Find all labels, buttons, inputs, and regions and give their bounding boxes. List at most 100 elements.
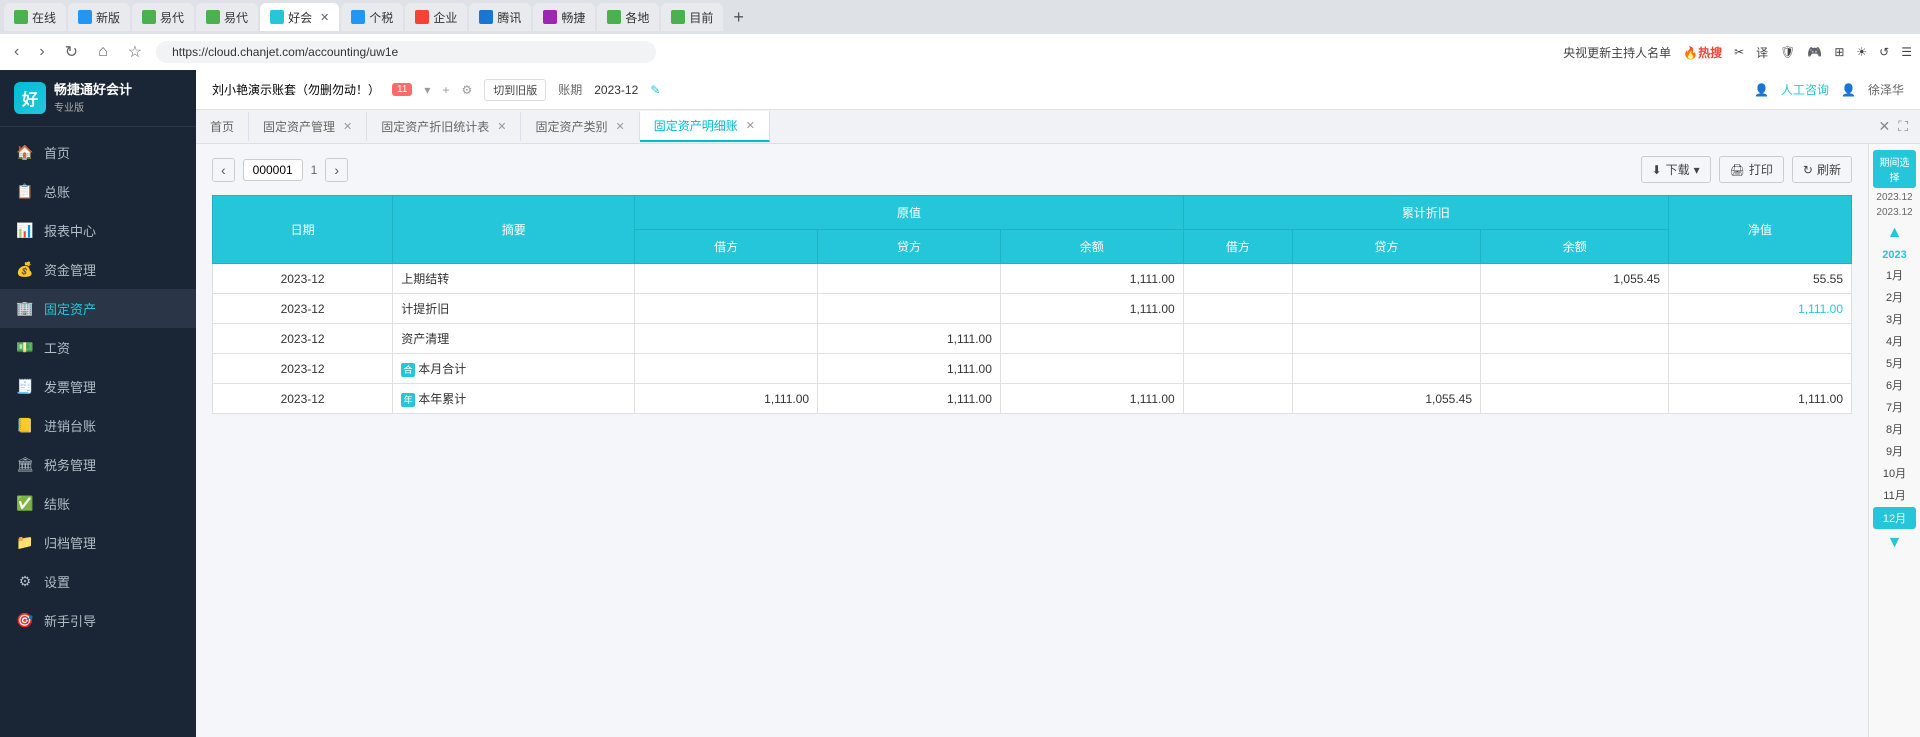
tab-close-category-icon[interactable]: ✕ <box>616 120 625 133</box>
month-3[interactable]: 3月 <box>1869 308 1920 330</box>
browser-tab-new[interactable]: 新版 <box>68 3 130 31</box>
sidebar-item-close[interactable]: ✅ 结账 <box>0 484 196 523</box>
tab-favicon <box>270 10 284 24</box>
row3-date: 2023-12 <box>213 324 393 354</box>
browser-tab-online[interactable]: 在线 <box>4 3 66 31</box>
browser-tab-tencent[interactable]: 腾讯 <box>469 3 531 31</box>
month-5[interactable]: 5月 <box>1869 352 1920 374</box>
th-accumulated-dep: 累计折旧 <box>1183 196 1668 230</box>
edit-period-icon[interactable]: ✎ <box>650 83 660 97</box>
scroll-down-button[interactable]: ▼ <box>1869 530 1920 556</box>
tab-favicon <box>671 10 685 24</box>
month-10[interactable]: 10月 <box>1869 462 1920 484</box>
browser-tab-yidai1[interactable]: 易代 <box>132 3 194 31</box>
customer-service-label[interactable]: 人工咨询 <box>1781 81 1829 98</box>
sidebar-item-home[interactable]: 🏠 首页 <box>0 133 196 172</box>
next-page-button[interactable]: › <box>325 158 348 182</box>
tab-close-detail-icon[interactable]: ✕ <box>746 119 755 132</box>
maximize-icon[interactable]: ⛶ <box>1898 118 1908 135</box>
scroll-up-button[interactable]: ▲ <box>1869 220 1920 246</box>
refresh-button[interactable]: ↻ <box>59 40 84 64</box>
brightness-icon[interactable]: ☀ <box>1856 45 1867 59</box>
browser-tab-yidai2[interactable]: 易代 <box>196 3 258 31</box>
month-7[interactable]: 7月 <box>1869 396 1920 418</box>
inventory-icon: 📒 <box>16 417 34 435</box>
browser-tab-haohui[interactable]: 好会 ✕ <box>260 3 339 31</box>
month-8[interactable]: 8月 <box>1869 418 1920 440</box>
sidebar-item-inventory[interactable]: 📒 进销台账 <box>0 406 196 445</box>
sidebar-item-invoice[interactable]: 🧾 发票管理 <box>0 367 196 406</box>
browser-tab-geshui[interactable]: 个税 <box>341 3 403 31</box>
sidebar-item-tax[interactable]: 🏛 税务管理 <box>0 445 196 484</box>
sidebar-item-funds[interactable]: 💰 资金管理 <box>0 250 196 289</box>
prev-page-button[interactable]: ‹ <box>212 158 235 182</box>
game-icon[interactable]: 🎮 <box>1807 45 1822 59</box>
app-container: 好 畅捷通好会计 专业版 🏠 首页 📋 总账 📊 报表中心 💰 资金管理 <box>0 70 1920 737</box>
download-button[interactable]: ⬇ 下载 ▾ <box>1641 156 1711 183</box>
browser-tab-gedi[interactable]: 各地 <box>597 3 659 31</box>
sidebar-item-funds-label: 资金管理 <box>44 260 96 279</box>
switch-version-button[interactable]: 切到旧版 <box>484 79 546 101</box>
sidebar-item-close-label: 结账 <box>44 494 70 513</box>
shield-icon[interactable]: 🛡 <box>1780 45 1795 59</box>
menu-icon[interactable]: ☰ <box>1901 45 1912 59</box>
address-input[interactable] <box>156 41 656 63</box>
period-value: 2023-12 <box>594 83 638 97</box>
tab-depreciation-stats[interactable]: 固定资产折旧统计表 ✕ <box>367 112 521 141</box>
sidebar-item-settings[interactable]: ⚙ 设置 <box>0 562 196 601</box>
page-number-input[interactable] <box>243 159 303 181</box>
tab-close-mgmt-icon[interactable]: ✕ <box>343 120 352 133</box>
sidebar-item-reports[interactable]: 📊 报表中心 <box>0 211 196 250</box>
scissors-icon[interactable]: ✂ <box>1734 45 1744 59</box>
refresh-btn[interactable]: ↻ 刷新 <box>1792 156 1852 183</box>
tab-home[interactable]: 首页 <box>196 112 249 141</box>
tab-home-label: 首页 <box>210 118 234 135</box>
hot-search-label[interactable]: 🔥热搜 <box>1683 44 1722 61</box>
undo-icon[interactable]: ↺ <box>1879 45 1889 59</box>
grid-icon[interactable]: ⊞ <box>1834 45 1844 59</box>
month-12[interactable]: 12月 <box>1873 507 1916 529</box>
dropdown-arrow[interactable]: ▾ <box>424 83 430 97</box>
sidebar-item-guide[interactable]: 🎯 新手引导 <box>0 601 196 640</box>
home-button[interactable]: ⌂ <box>92 41 114 63</box>
tab-close-icon[interactable]: ✕ <box>320 11 329 24</box>
print-button[interactable]: 🖨 打印 <box>1719 156 1784 183</box>
row1-date: 2023-12 <box>213 264 393 294</box>
sidebar-item-general-ledger[interactable]: 📋 总账 <box>0 172 196 211</box>
browser-tab-changjie[interactable]: 畅捷 <box>533 3 595 31</box>
row1-orig-balance: 1,111.00 <box>1000 264 1183 294</box>
settings-small-icon[interactable]: ⚙ <box>461 83 472 97</box>
forward-button[interactable]: › <box>33 41 50 63</box>
tab-asset-category[interactable]: 固定资产类别 ✕ <box>521 112 639 141</box>
sidebar-item-fixed-assets[interactable]: 🏢 固定资产 <box>0 289 196 328</box>
month-9[interactable]: 9月 <box>1869 440 1920 462</box>
back-button[interactable]: ‹ <box>8 41 25 63</box>
sidebar-item-salary[interactable]: 💵 工资 <box>0 328 196 367</box>
month-11[interactable]: 11月 <box>1869 484 1920 506</box>
minimize-icon[interactable]: ✕ <box>1878 118 1890 135</box>
sidebar-item-archive[interactable]: 📁 归档管理 <box>0 523 196 562</box>
row3-orig-balance <box>1000 324 1183 354</box>
browser-tab-qiye[interactable]: 企业 <box>405 3 467 31</box>
tab-fixed-assets-mgmt[interactable]: 固定资产管理 ✕ <box>249 112 367 141</box>
tab-close-stats-icon[interactable]: ✕ <box>497 120 506 133</box>
tab-asset-detail[interactable]: 固定资产明细账 ✕ <box>640 111 770 142</box>
add-account-button[interactable]: + <box>442 83 449 97</box>
month-6[interactable]: 6月 <box>1869 374 1920 396</box>
month-2[interactable]: 2月 <box>1869 286 1920 308</box>
th-orig-balance: 余额 <box>1000 230 1183 264</box>
browser-tab-mubiao[interactable]: 目前 <box>661 3 723 31</box>
month-1[interactable]: 1月 <box>1869 264 1920 286</box>
account-badge: 11 <box>392 83 412 96</box>
star-button[interactable]: ☆ <box>122 40 148 64</box>
sidebar-item-salary-label: 工资 <box>44 338 70 357</box>
month-4[interactable]: 4月 <box>1869 330 1920 352</box>
new-tab-button[interactable]: + <box>725 7 752 28</box>
row4-net-value <box>1669 354 1852 384</box>
row2-dep-credit <box>1292 294 1480 324</box>
user-name: 徐泽华 <box>1868 81 1904 98</box>
period-header: 期间选择 <box>1873 150 1916 188</box>
action-buttons: ⬇ 下载 ▾ 🖨 打印 ↻ 刷新 <box>1641 156 1852 183</box>
tab-favicon <box>479 10 493 24</box>
translate-icon[interactable]: 译 <box>1756 44 1768 61</box>
